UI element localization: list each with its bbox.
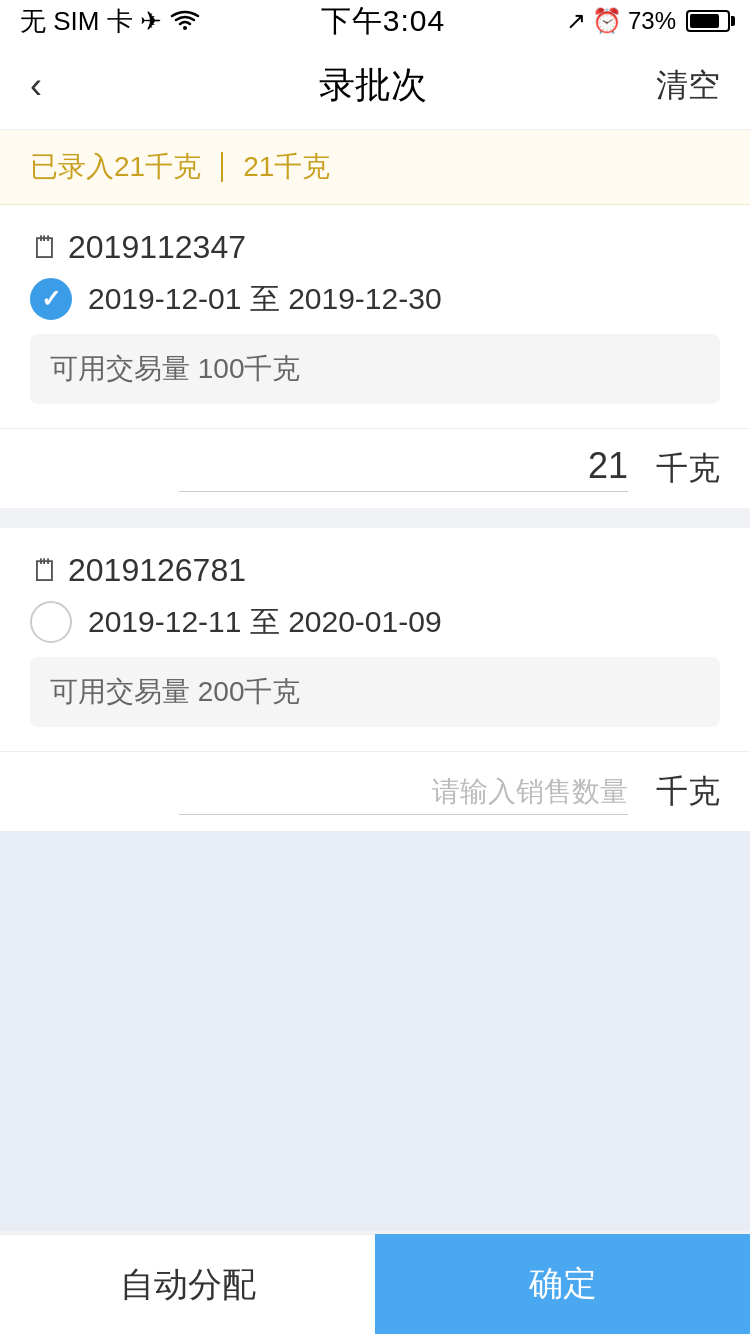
amount-underline-1 (179, 445, 628, 492)
wifi-icon (170, 10, 200, 32)
doc-icon-1: 🗒 (30, 231, 60, 265)
batch-row-1[interactable]: 2019-12-01 至 2019-12-30 (30, 278, 720, 320)
battery-icon (686, 10, 730, 32)
page-title: 录批次 (319, 61, 427, 110)
back-button[interactable]: ‹ (30, 65, 90, 107)
clear-button[interactable]: 清空 (656, 64, 720, 108)
alarm-icon: ⏰ (592, 7, 622, 35)
batch-available-1: 可用交易量 100千克 (30, 334, 720, 404)
amount-row-1: 千克 (0, 428, 750, 508)
empty-area (0, 831, 750, 1231)
amount-unit-1: 千克 (656, 447, 720, 491)
batch-id-1: 2019112347 (68, 229, 246, 266)
status-time: 下午3:04 (321, 1, 445, 42)
svg-point-0 (183, 26, 187, 30)
status-bar: 无 SIM 卡 ✈ 下午3:04 ↗ ⏰ 73% (0, 0, 750, 42)
batch-header-1: 🗒 2019112347 (30, 229, 720, 266)
confirm-button[interactable]: 确定 (375, 1234, 750, 1334)
amount-unit-2: 千克 (656, 770, 720, 814)
batch-item-2: 🗒 2019126781 2019-12-11 至 2020-01-09 可用交… (0, 528, 750, 751)
batch-item-1: 🗒 2019112347 2019-12-01 至 2019-12-30 可用交… (0, 205, 750, 428)
section-gap (0, 508, 750, 528)
nav-bar: ‹ 录批次 清空 (0, 42, 750, 130)
batch-date-2: 2019-12-11 至 2020-01-09 (88, 602, 442, 643)
total-label: 21千克 (243, 148, 330, 186)
batch-id-2: 2019126781 (68, 552, 246, 589)
radio-1[interactable] (30, 278, 72, 320)
bottom-bar: 自动分配 确定 (0, 1234, 750, 1334)
batch-date-1: 2019-12-01 至 2019-12-30 (88, 279, 442, 320)
status-right: ↗ ⏰ 73% (566, 7, 730, 35)
batch-row-2[interactable]: 2019-12-11 至 2020-01-09 (30, 601, 720, 643)
main-content: 🗒 2019112347 2019-12-01 至 2019-12-30 可用交… (0, 205, 750, 1331)
amount-input-1[interactable] (179, 445, 628, 487)
info-bar: 已录入21千克 21千克 (0, 130, 750, 205)
doc-icon-2: 🗒 (30, 554, 60, 588)
battery-percentage: 73% (628, 7, 676, 35)
sim-label: 无 SIM 卡 ✈ (20, 4, 162, 39)
auto-distribute-button[interactable]: 自动分配 (0, 1234, 375, 1334)
status-left: 无 SIM 卡 ✈ (20, 4, 200, 39)
batch-header-2: 🗒 2019126781 (30, 552, 720, 589)
amount-row-2: 千克 (0, 751, 750, 831)
recorded-label: 已录入21千克 (30, 148, 201, 186)
info-divider (221, 152, 223, 182)
amount-underline-2 (179, 768, 628, 815)
location-icon: ↗ (566, 7, 586, 35)
radio-2[interactable] (30, 601, 72, 643)
batch-available-2: 可用交易量 200千克 (30, 657, 720, 727)
amount-input-2[interactable] (179, 768, 628, 810)
